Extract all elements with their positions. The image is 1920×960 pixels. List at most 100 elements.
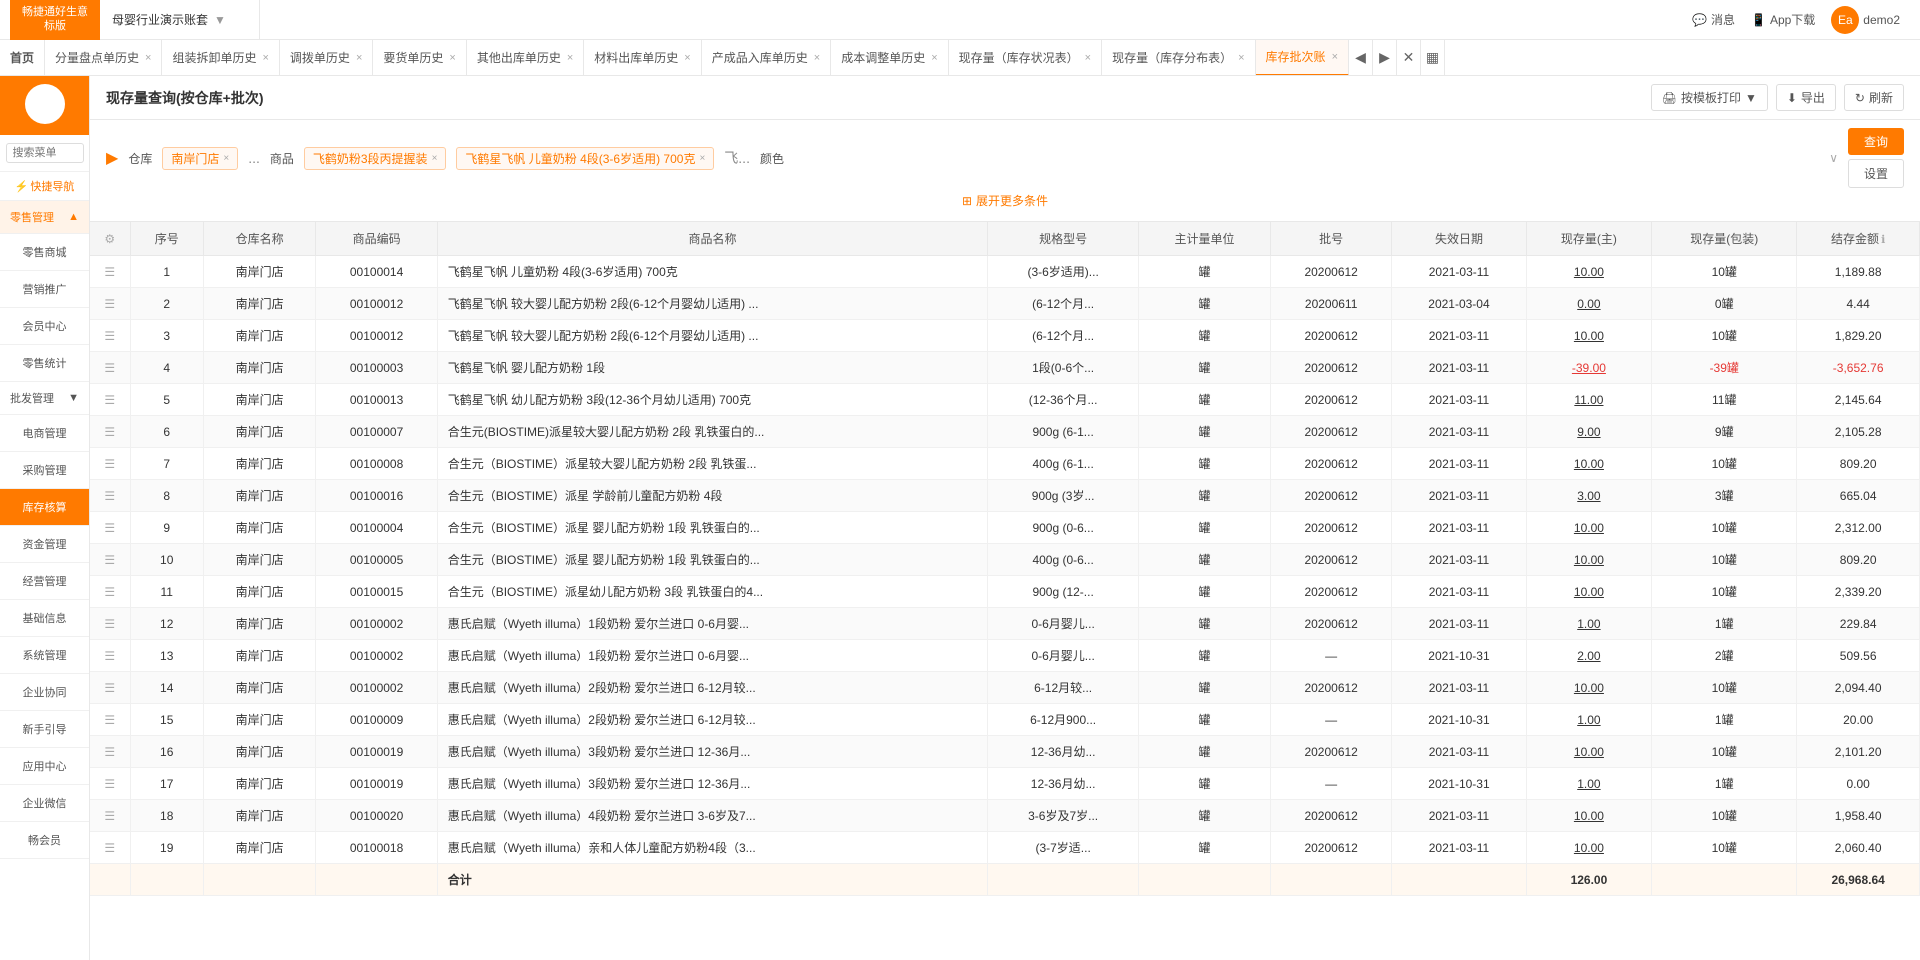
tab-close-all[interactable]: ✕: [1397, 40, 1421, 76]
export-button[interactable]: ⬇ 导出: [1776, 84, 1836, 111]
row-gear[interactable]: ☰: [90, 832, 130, 864]
settings-button[interactable]: 设置: [1848, 159, 1904, 188]
filter-expand-icon[interactable]: ▶: [106, 148, 118, 168]
app-download-btn[interactable]: 📱 App下载: [1751, 11, 1815, 28]
row-stock-main[interactable]: 10.00: [1526, 736, 1652, 768]
sidebar-item-qiye[interactable]: 企业协同: [0, 674, 89, 711]
industry-selector[interactable]: 母婴行业演示账套 ▼: [100, 0, 260, 40]
tab-home[interactable]: 首页: [0, 40, 45, 76]
row-gear[interactable]: ☰: [90, 576, 130, 608]
row-gear[interactable]: ☰: [90, 256, 130, 288]
row-gear[interactable]: ☰: [90, 352, 130, 384]
balance-info-icon[interactable]: ℹ: [1881, 234, 1885, 246]
query-button[interactable]: 查询: [1848, 128, 1904, 155]
col-gear[interactable]: ⚙: [90, 222, 130, 256]
sidebar-item-yingxiao[interactable]: 营销推广: [0, 271, 89, 308]
tab-xianzai2[interactable]: 现存量（库存分布表） ×: [1102, 40, 1255, 76]
row-stock-main[interactable]: 9.00: [1526, 416, 1652, 448]
tab-close-chengpin[interactable]: ×: [814, 52, 820, 64]
print-button[interactable]: 🖨 按模板打印 ▼: [1651, 84, 1768, 111]
row-gear[interactable]: ☰: [90, 768, 130, 800]
search-input[interactable]: [6, 143, 84, 163]
tab-close-qita[interactable]: ×: [567, 52, 573, 64]
product-tag-1-close[interactable]: ×: [432, 153, 438, 164]
row-stock-main[interactable]: 10.00: [1526, 320, 1652, 352]
tab-chengpin[interactable]: 产成品入库单历史 ×: [702, 40, 831, 76]
tab-close-xianzai2[interactable]: ×: [1238, 52, 1244, 64]
row-gear[interactable]: ☰: [90, 704, 130, 736]
product-tag-2-close[interactable]: ×: [699, 153, 705, 164]
row-gear[interactable]: ☰: [90, 640, 130, 672]
sidebar-item-jingying[interactable]: 经营管理: [0, 563, 89, 600]
row-gear[interactable]: ☰: [90, 288, 130, 320]
row-stock-main[interactable]: 0.00: [1526, 288, 1652, 320]
sidebar-item-caigou[interactable]: 采购管理: [0, 452, 89, 489]
row-stock-main[interactable]: 11.00: [1526, 384, 1652, 416]
sidebar-item-jichu[interactable]: 基础信息: [0, 600, 89, 637]
sidebar-item-lingshao[interactable]: 零售管理 ▲: [0, 201, 89, 234]
tab-close-cailiao[interactable]: ×: [684, 52, 690, 64]
row-gear[interactable]: ☰: [90, 448, 130, 480]
tab-close-fenpan[interactable]: ×: [145, 52, 151, 64]
warehouse-dots[interactable]: ...: [248, 150, 260, 166]
row-stock-main[interactable]: 1.00: [1526, 608, 1652, 640]
row-gear[interactable]: ☰: [90, 384, 130, 416]
tab-close-yaohuo[interactable]: ×: [449, 52, 455, 64]
row-stock-main[interactable]: 10.00: [1526, 256, 1652, 288]
tab-xianzai1[interactable]: 现存量（库存状况表） ×: [949, 40, 1102, 76]
row-gear[interactable]: ☰: [90, 800, 130, 832]
message-btn[interactable]: 💬 消息: [1692, 11, 1735, 28]
row-stock-main[interactable]: 10.00: [1526, 576, 1652, 608]
sidebar-item-dianshang[interactable]: 电商管理: [0, 415, 89, 452]
tab-nav-right[interactable]: ▶: [1373, 40, 1397, 76]
tab-close-xianzai1[interactable]: ×: [1085, 52, 1091, 64]
user-area[interactable]: Ea demo2: [1831, 6, 1900, 34]
row-stock-main[interactable]: 10.00: [1526, 800, 1652, 832]
row-stock-main[interactable]: -39.00: [1526, 352, 1652, 384]
sidebar-item-xinshou[interactable]: 新手引导: [0, 711, 89, 748]
tab-close-chengben[interactable]: ×: [931, 52, 937, 64]
row-gear[interactable]: ☰: [90, 480, 130, 512]
sidebar-item-tongji[interactable]: 零售统计: [0, 345, 89, 382]
sidebar-item-pifa[interactable]: 批发管理 ▼: [0, 382, 89, 415]
expand-conditions-btn[interactable]: ⊞ 展开更多条件: [106, 192, 1904, 209]
sidebar-item-huiyuan[interactable]: 会员中心: [0, 308, 89, 345]
row-gear[interactable]: ☰: [90, 608, 130, 640]
product-dots[interactable]: 飞...: [724, 148, 750, 168]
row-stock-main[interactable]: 10.00: [1526, 672, 1652, 704]
row-stock-main[interactable]: 10.00: [1526, 512, 1652, 544]
sidebar-item-shangcheng[interactable]: 零售商城: [0, 234, 89, 271]
color-expand[interactable]: ∨: [1829, 151, 1838, 165]
row-gear[interactable]: ☰: [90, 320, 130, 352]
row-gear[interactable]: ☰: [90, 544, 130, 576]
tab-zuchai[interactable]: 组装拆卸单历史 ×: [162, 40, 279, 76]
sidebar-item-zijin[interactable]: 资金管理: [0, 526, 89, 563]
row-stock-main[interactable]: 10.00: [1526, 448, 1652, 480]
row-gear[interactable]: ☰: [90, 736, 130, 768]
row-stock-main[interactable]: 1.00: [1526, 704, 1652, 736]
tab-close-zuchai[interactable]: ×: [262, 52, 268, 64]
sidebar-item-xitong[interactable]: 系统管理: [0, 637, 89, 674]
sidebar-item-yingyong[interactable]: 应用中心: [0, 748, 89, 785]
tab-close-kucun[interactable]: ×: [1332, 51, 1338, 63]
tab-diaoba[interactable]: 调拨单历史 ×: [280, 40, 373, 76]
refresh-button[interactable]: ↻ 刷新: [1844, 84, 1904, 111]
tab-kucun[interactable]: 库存批次账 ×: [1256, 40, 1349, 76]
tab-cailiao[interactable]: 材料出库单历史 ×: [584, 40, 701, 76]
sidebar-item-changhui[interactable]: 畅会员: [0, 822, 89, 859]
tab-chengben[interactable]: 成本调整单历史 ×: [831, 40, 948, 76]
tab-qita[interactable]: 其他出库单历史 ×: [467, 40, 584, 76]
row-stock-main[interactable]: 10.00: [1526, 544, 1652, 576]
warehouse-tag-close[interactable]: ×: [223, 153, 229, 164]
sidebar-item-weixin[interactable]: 企业微信: [0, 785, 89, 822]
tab-nav-left[interactable]: ◀: [1349, 40, 1373, 76]
row-stock-main[interactable]: 10.00: [1526, 832, 1652, 864]
row-stock-main[interactable]: 1.00: [1526, 768, 1652, 800]
row-stock-main[interactable]: 2.00: [1526, 640, 1652, 672]
sidebar-item-kucun[interactable]: 库存核算: [0, 489, 89, 526]
row-stock-main[interactable]: 3.00: [1526, 480, 1652, 512]
row-gear[interactable]: ☰: [90, 416, 130, 448]
tab-close-diaoba[interactable]: ×: [356, 52, 362, 64]
tab-menu[interactable]: ▦: [1421, 40, 1445, 76]
tab-fenpan[interactable]: 分量盘点单历史 ×: [45, 40, 162, 76]
